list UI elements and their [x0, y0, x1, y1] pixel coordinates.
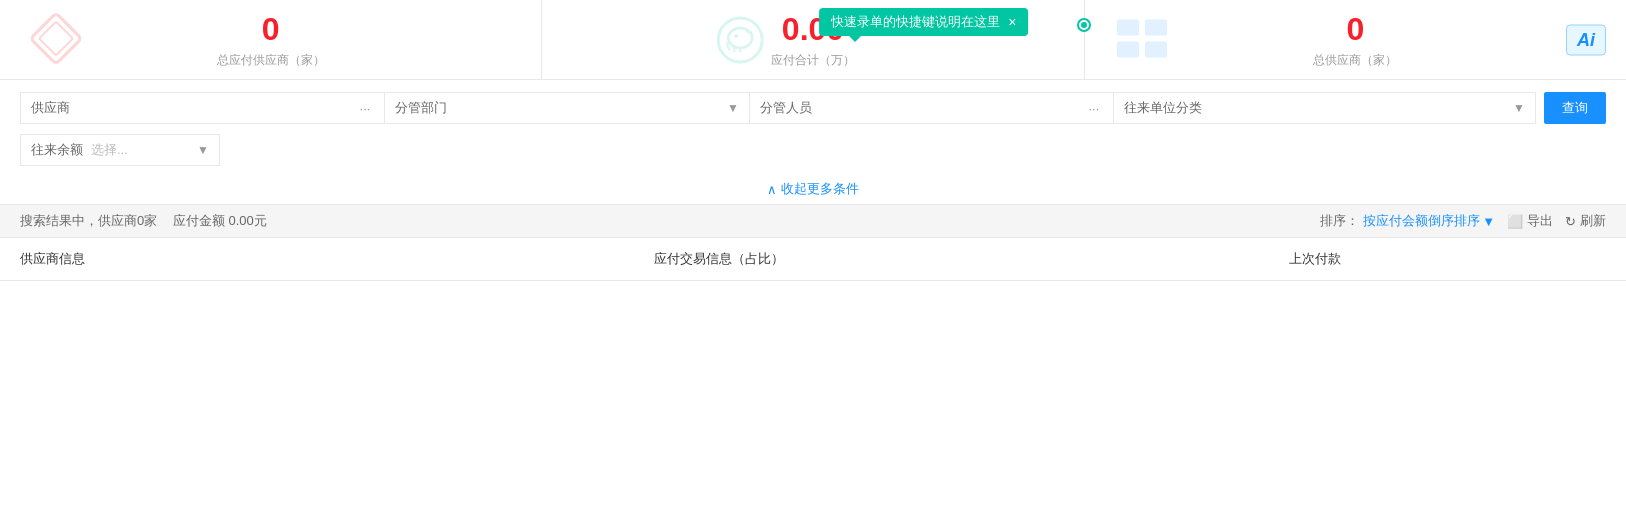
dept-filter[interactable]: 分管部门 ▼ — [384, 92, 748, 124]
export-button[interactable]: ⬜ 导出 — [1507, 212, 1553, 230]
dept-arrow-icon: ▼ — [727, 101, 739, 115]
table-header: 供应商信息 应付交易信息（占比） 上次付款 — [0, 238, 1626, 281]
ai-badge[interactable]: Ai — [1566, 24, 1606, 55]
stat-total-payable-suppliers: 0 总应付供应商（家） — [0, 0, 542, 79]
export-icon: ⬜ — [1507, 214, 1523, 229]
result-actions: 排序： 按应付会额倒序排序 ▼ ⬜ 导出 ↻ 刷新 — [1320, 212, 1606, 230]
diamond-icon — [30, 12, 82, 67]
supplier-dots[interactable]: ··· — [356, 101, 375, 116]
tooltip-text: 快速录单的快捷键说明在这里 — [831, 13, 1000, 31]
person-filter[interactable]: 分管人员 ··· — [749, 92, 1113, 124]
result-bar: 搜索结果中，供应商0家 应付金额 0.00元 排序： 按应付会额倒序排序 ▼ ⬜… — [0, 205, 1626, 238]
sort-dropdown[interactable]: 按应付会额倒序排序 ▼ — [1363, 212, 1495, 230]
query-button[interactable]: 查询 — [1544, 92, 1606, 124]
svg-rect-6 — [1145, 19, 1167, 35]
unit-class-filter[interactable]: 往来单位分类 ▼ — [1113, 92, 1536, 124]
svg-point-2 — [718, 18, 762, 62]
tooltip-close-btn[interactable]: × — [1008, 15, 1016, 29]
col-header-lastpay: 上次付款 — [1289, 250, 1606, 268]
table-body — [0, 281, 1626, 515]
sort-control: 排序： 按应付会额倒序排序 ▼ — [1320, 212, 1495, 230]
piggy-icon — [712, 12, 768, 71]
sort-arrow-icon: ▼ — [1482, 214, 1495, 229]
dept-input[interactable] — [455, 101, 727, 116]
balance-placeholder: 选择... — [91, 141, 197, 159]
person-label: 分管人员 — [760, 99, 812, 117]
svg-rect-5 — [1117, 19, 1139, 35]
svg-point-4 — [734, 34, 738, 38]
stat-payable-total: 快速录单的快捷键说明在这里 × 0.00 应付合计（万） — [542, 0, 1084, 79]
col-header-transaction: 应付交易信息（占比） — [654, 250, 1288, 268]
collapse-label: 收起更多条件 — [781, 180, 859, 198]
total-suppliers-label: 总供应商（家） — [1313, 52, 1397, 69]
balance-arrow-icon: ▼ — [197, 143, 209, 157]
result-supplier-count: 搜索结果中，供应商0家 — [20, 213, 157, 228]
svg-rect-8 — [1145, 41, 1167, 57]
total-suppliers-value: 0 — [1346, 10, 1364, 48]
person-dots[interactable]: ··· — [1084, 101, 1103, 116]
refresh-label: 刷新 — [1580, 212, 1606, 230]
person-input[interactable] — [820, 101, 1085, 116]
stats-bar: 0 总应付供应商（家） 快速录单的快捷键说明在这里 × 0.00 应付合计（万） — [0, 0, 1626, 80]
sort-label: 排序： — [1320, 212, 1359, 230]
balance-label: 往来余额 — [31, 141, 83, 159]
export-label: 导出 — [1527, 212, 1553, 230]
unit-class-input[interactable] — [1210, 101, 1513, 116]
filter-area: 供应商 ··· 分管部门 ▼ 分管人员 ··· 往来单位分类 ▼ 查询 往来余额… — [0, 80, 1626, 205]
sort-value: 按应付会额倒序排序 — [1363, 212, 1480, 230]
refresh-button[interactable]: ↻ 刷新 — [1565, 212, 1606, 230]
unit-class-label: 往来单位分类 — [1124, 99, 1202, 117]
supplier-filter[interactable]: 供应商 ··· — [20, 92, 384, 124]
col-header-supplier: 供应商信息 — [20, 250, 654, 268]
total-payable-value: 0 — [262, 10, 280, 48]
filter-row-2: 往来余额 选择... ▼ — [20, 134, 1606, 166]
supplier-input[interactable] — [78, 101, 356, 116]
dept-label: 分管部门 — [395, 99, 447, 117]
collapse-button[interactable]: ∧ 收起更多条件 — [20, 174, 1606, 204]
grid-icon — [1115, 17, 1169, 62]
collapse-up-icon: ∧ — [767, 182, 777, 197]
supplier-label: 供应商 — [31, 99, 70, 117]
payable-total-label: 应付合计（万） — [771, 52, 855, 69]
filter-row-1: 供应商 ··· 分管部门 ▼ 分管人员 ··· 往来单位分类 ▼ 查询 — [20, 92, 1606, 124]
total-payable-label: 总应付供应商（家） — [217, 52, 325, 69]
svg-rect-7 — [1117, 41, 1139, 57]
svg-rect-0 — [31, 13, 82, 64]
result-summary: 搜索结果中，供应商0家 应付金额 0.00元 — [20, 212, 267, 230]
result-amount: 应付金额 0.00元 — [173, 213, 267, 228]
tooltip-bubble: 快速录单的快捷键说明在这里 × — [819, 8, 1028, 36]
stat-total-suppliers: 0 总供应商（家） Ai — [1085, 0, 1626, 79]
refresh-icon: ↻ — [1565, 214, 1576, 229]
balance-filter[interactable]: 往来余额 选择... ▼ — [20, 134, 220, 166]
unit-class-arrow-icon: ▼ — [1513, 101, 1525, 115]
